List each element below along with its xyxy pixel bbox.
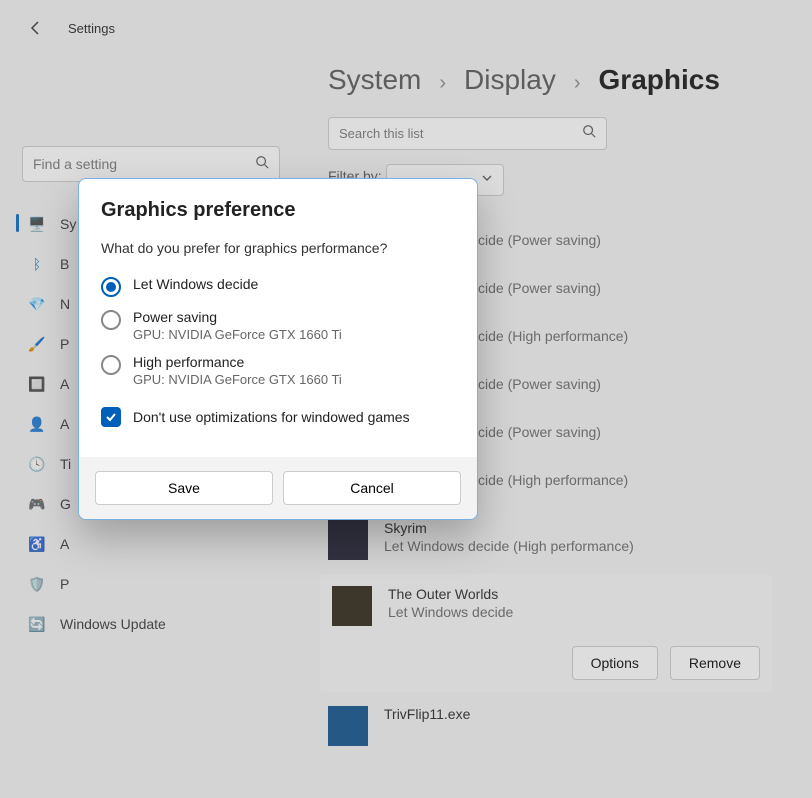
chevron-down-icon: [481, 171, 493, 189]
radio-high-performance[interactable]: High performance GPU: NVIDIA GeForce GTX…: [101, 348, 455, 393]
sidebar-item-label: N: [60, 296, 70, 312]
app-list-item[interactable]: cide (Power saving): [478, 368, 772, 416]
search-list-field[interactable]: [339, 126, 559, 141]
back-arrow-icon[interactable]: [28, 20, 44, 36]
sidebar-item-label: A: [60, 416, 69, 432]
save-button[interactable]: Save: [95, 471, 273, 505]
sidebar-item-label: P: [60, 336, 69, 352]
app-sub-label: Let Windows decide (High performance): [384, 538, 634, 554]
bluetooth-icon: ᛒ: [28, 255, 46, 273]
app-list-item[interactable]: TrivFlip11.exe: [328, 692, 772, 770]
accessibility-icon: ♿: [28, 535, 46, 553]
sidebar-item-label: G: [60, 496, 71, 512]
app-list-item[interactable]: cide (Power saving): [478, 416, 772, 464]
app-sub-label: Let Windows decide: [388, 604, 513, 620]
radio-icon[interactable]: [101, 310, 121, 330]
app-name-label: TrivFlip11.exe: [384, 706, 470, 722]
find-setting-field[interactable]: [33, 156, 233, 172]
checkbox-label: Don't use optimizations for windowed gam…: [133, 409, 410, 425]
radio-label: Let Windows decide: [133, 276, 258, 292]
search-icon: [255, 155, 269, 174]
search-icon: [582, 124, 596, 143]
radio-label: High performance: [133, 354, 342, 370]
breadcrumb-current: Graphics: [599, 64, 720, 96]
sidebar-item-label: P: [60, 576, 69, 592]
radio-sublabel: GPU: NVIDIA GeForce GTX 1660 Ti: [133, 372, 342, 387]
app-name-label: The Outer Worlds: [388, 586, 513, 602]
sidebar-item-label: A: [60, 376, 69, 392]
radio-sublabel: GPU: NVIDIA GeForce GTX 1660 Ti: [133, 327, 342, 342]
apps-icon: 🔲: [28, 375, 46, 393]
clock-icon: 🕓: [28, 455, 46, 473]
sidebar-item-windows-update[interactable]: 🔄 Windows Update: [18, 604, 278, 644]
dialog-subtitle: What do you prefer for graphics performa…: [101, 240, 455, 256]
system-icon: 🖥️: [28, 215, 46, 233]
sidebar-item-label: A: [60, 536, 69, 552]
brush-icon: 🖌️: [28, 335, 46, 353]
radio-icon[interactable]: [101, 277, 121, 297]
sidebar-item-accessibility[interactable]: ♿ A: [18, 524, 278, 564]
app-sub-label: cide (Power saving): [478, 280, 601, 296]
options-button[interactable]: Options: [572, 646, 658, 680]
app-list-item[interactable]: cide (High performance): [478, 464, 772, 512]
sidebar-item-privacy[interactable]: 🛡️ P: [18, 564, 278, 604]
app-sub-label: cide (High performance): [478, 328, 628, 344]
sidebar-item-label: Ti: [60, 456, 71, 472]
search-list-input[interactable]: [328, 117, 607, 150]
chevron-right-icon: ›: [574, 72, 581, 95]
network-icon: 💎: [28, 295, 46, 313]
radio-icon[interactable]: [101, 355, 121, 375]
app-sub-label: cide (Power saving): [478, 424, 601, 440]
app-icon: [328, 706, 368, 746]
app-list-item[interactable]: cide (Power saving): [478, 272, 772, 320]
accounts-icon: 👤: [28, 415, 46, 433]
checkbox-windowed-optimizations[interactable]: Don't use optimizations for windowed gam…: [101, 399, 455, 447]
app-list-item-expanded[interactable]: The Outer Worlds Let Windows decide Opti…: [320, 574, 772, 692]
app-icon: [332, 586, 372, 626]
sidebar-item-label: Windows Update: [60, 616, 166, 632]
remove-button[interactable]: Remove: [670, 646, 760, 680]
radio-power-saving[interactable]: Power saving GPU: NVIDIA GeForce GTX 166…: [101, 303, 455, 348]
app-list-item[interactable]: cide (High performance): [478, 320, 772, 368]
dialog-title: Graphics preference: [101, 199, 455, 222]
graphics-preference-dialog: Graphics preference What do you prefer f…: [78, 178, 478, 520]
gaming-icon: 🎮: [28, 495, 46, 513]
update-icon: 🔄: [28, 615, 46, 633]
radio-label: Power saving: [133, 309, 342, 325]
app-list-item[interactable]: cide (Power saving): [478, 224, 772, 272]
app-list-item[interactable]: Skyrim Let Windows decide (High performa…: [328, 512, 772, 570]
sidebar-item-label: B: [60, 256, 69, 272]
sidebar-item-label: Sy: [60, 216, 76, 232]
app-sub-label: cide (Power saving): [478, 376, 601, 392]
shield-icon: 🛡️: [28, 575, 46, 593]
app-name-label: Skyrim: [384, 520, 634, 536]
breadcrumb-system[interactable]: System: [328, 64, 421, 96]
breadcrumb-display[interactable]: Display: [464, 64, 556, 96]
radio-let-windows-decide[interactable]: Let Windows decide: [101, 270, 455, 303]
app-icon: [328, 520, 368, 560]
checkbox-icon[interactable]: [101, 407, 121, 427]
find-setting-input[interactable]: [22, 146, 280, 182]
breadcrumb: System › Display › Graphics: [328, 64, 720, 96]
cancel-button[interactable]: Cancel: [283, 471, 461, 505]
chevron-right-icon: ›: [439, 72, 446, 95]
app-sub-label: cide (Power saving): [478, 232, 601, 248]
page-header-label: Settings: [68, 21, 115, 36]
app-sub-label: cide (High performance): [478, 472, 628, 488]
